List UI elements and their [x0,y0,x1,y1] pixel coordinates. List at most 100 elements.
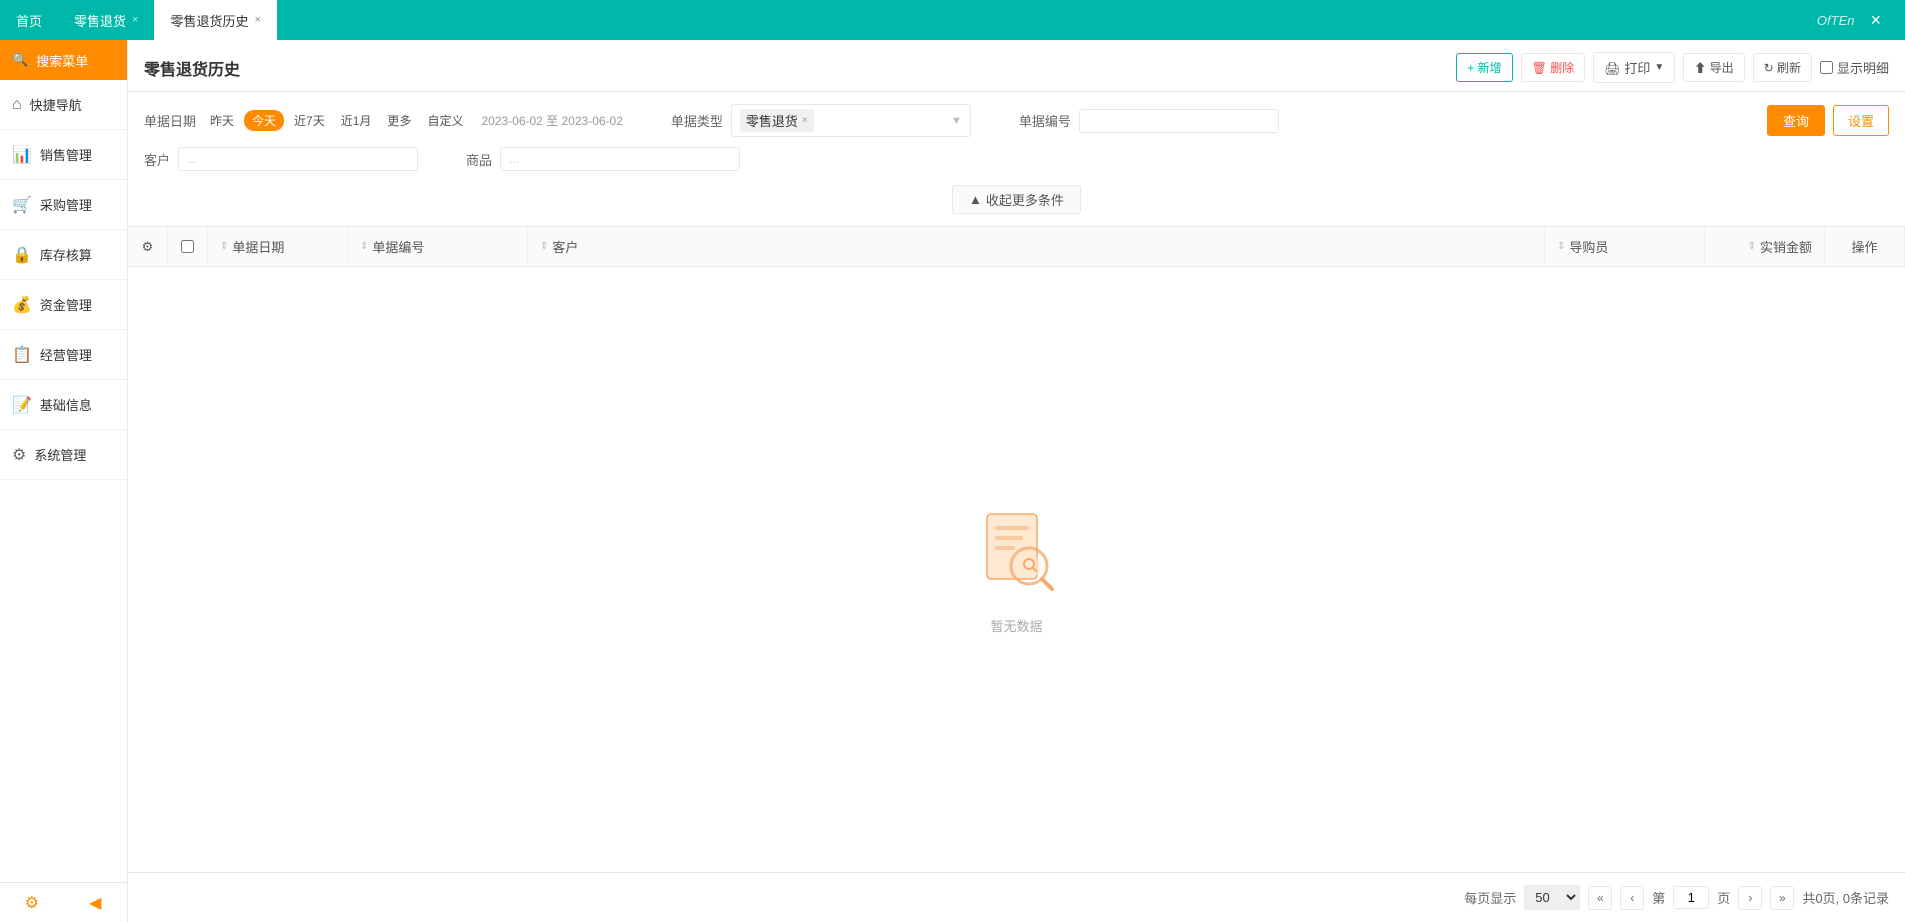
empty-state: 暂无数据 [128,267,1905,872]
tab-retail-return-history[interactable]: 零售退货历史 × [154,0,276,40]
sidebar-item-purchase-mgmt[interactable]: 🛒 采购管理 [0,180,127,230]
filter-action-buttons: 查询 设置 [1767,105,1889,136]
sidebar-item-sales-mgmt[interactable]: 📊 销售管理 [0,130,127,180]
top-bar: 首页 零售退货 × 零售退货历史 × OfTEn × [0,0,1905,40]
prev-page-btn[interactable]: ‹ [1620,886,1644,910]
date-filter-label: 单据日期 [144,111,196,130]
th-order-sort-icon: ⇕ [360,241,368,252]
query-button[interactable]: 查询 [1767,105,1825,136]
sidebar-item-quick-nav-label: 快捷导航 [30,95,82,114]
th-order-no[interactable]: ⇕ 单据编号 [348,227,528,266]
sidebar-item-quick-nav[interactable]: ⌂ 快捷导航 [0,80,127,130]
th-amount[interactable]: ⇕ 实销金额 [1705,227,1825,266]
sidebar-item-inventory[interactable]: 🔒 库存核算 [0,230,127,280]
tab-home-label: 首页 [16,11,42,30]
last-page-btn[interactable]: » [1770,886,1794,910]
show-detail-input[interactable] [1820,61,1833,74]
customer-select[interactable]: ... [178,147,418,171]
show-detail-label: 显示明细 [1837,58,1889,77]
sidebar-item-finance[interactable]: 💰 资金管理 [0,280,127,330]
next-page-btn[interactable]: › [1738,886,1762,910]
th-settings[interactable]: ⚙ [128,227,168,266]
goods-select[interactable]: ... [500,147,740,171]
page-title: 零售退货历史 [144,56,240,80]
date-filter-group: 昨天 今天 近7天 近1月 更多 自定义 [204,110,469,131]
first-page-btn[interactable]: « [1588,886,1612,910]
tab-list: 首页 零售退货 × 零售退货历史 × [0,0,1817,40]
doc-type-tag-close[interactable]: × [802,115,808,126]
print-dropdown-icon: ▼ [1654,62,1664,73]
goods-label: 商品 [466,150,492,169]
print-button[interactable]: 🖨 打印 ▼ [1593,52,1675,83]
sidebar-bottom: ⚙ ◀ [0,882,127,922]
often-text: OfTEn [1817,13,1855,28]
date-range-text: 2023-06-02 至 2023-06-02 [481,112,622,129]
sidebar-item-basic-info[interactable]: 📝 基础信息 [0,380,127,430]
table-wrapper: ⚙ ⇕ 单据日期 ⇕ 单据编号 ⇕ 客户 ⇕ [128,227,1905,922]
tab-home[interactable]: 首页 [0,0,58,40]
page-input[interactable] [1673,886,1709,909]
sidebar-item-finance-label: 资金管理 [40,295,92,314]
th-customer[interactable]: ⇕ 客户 [528,227,1545,266]
goods-placeholder: ... [509,152,519,166]
export-button[interactable]: ⬆ 导出 [1683,53,1744,82]
sidebar-search[interactable]: 🔍 搜索菜单 [0,40,127,80]
show-detail-checkbox[interactable]: 显示明细 [1820,58,1889,77]
sales-icon: 📊 [12,145,32,165]
page-size-label: 每页显示 [1464,888,1516,907]
new-button[interactable]: + 新增 [1456,53,1512,82]
header-actions: + 新增 🗑 删除 🖨 打印 ▼ ⬆ 导出 ↻ 刷新 显示明细 [1456,52,1889,83]
refresh-button[interactable]: ↻ 刷新 [1753,53,1812,82]
date-btn-more[interactable]: 更多 [381,110,417,131]
tab-retail-return-history-label: 零售退货历史 [170,11,248,30]
date-btn-7days[interactable]: 近7天 [288,110,331,131]
empty-text: 暂无数据 [990,616,1042,635]
page-size-select[interactable]: 50 100 200 [1524,885,1580,910]
th-settings-icon: ⚙ [142,239,154,255]
tab-retail-return-history-close[interactable]: × [254,14,260,26]
date-btn-custom[interactable]: 自定义 [421,110,469,131]
th-guide[interactable]: ⇕ 导购员 [1545,227,1705,266]
sidebar-item-sales-label: 销售管理 [40,145,92,164]
purchase-icon: 🛒 [12,195,32,215]
tab-retail-return[interactable]: 零售退货 × [58,0,154,40]
collapse-label: 收起更多条件 [986,190,1064,209]
sidebar-collapse-btn[interactable]: ◀ [64,883,128,922]
doc-type-label: 单据类型 [671,111,723,130]
doc-type-select[interactable]: 零售退货 × ▼ [731,104,971,137]
th-op-label: 操作 [1851,237,1877,256]
doc-no-input[interactable] [1079,109,1279,133]
th-order-no-label: 单据编号 [372,237,424,256]
finance-icon: 💰 [12,295,32,315]
date-btn-yesterday[interactable]: 昨天 [204,110,240,131]
empty-icon [967,504,1067,604]
delete-button[interactable]: 🗑 删除 [1521,53,1586,82]
th-checkbox[interactable] [168,227,208,266]
filter-field-customer: 客户 ... [144,147,418,171]
tab-retail-return-close[interactable]: × [132,14,138,26]
window-close-btn[interactable]: × [1862,10,1889,31]
system-icon: ⚙ [12,445,26,465]
tab-retail-return-label: 零售退货 [74,11,126,30]
th-customer-label: 客户 [552,237,578,256]
sidebar: 🔍 搜索菜单 ⌂ 快捷导航 📊 销售管理 🛒 采购管理 🔒 库存核算 💰 资金管… [0,40,128,922]
sidebar-settings-btn[interactable]: ⚙ [0,883,64,922]
sidebar-item-system-mgmt[interactable]: ⚙ 系统管理 [0,430,127,480]
date-btn-today[interactable]: 今天 [244,110,284,131]
filter-settings-button[interactable]: 设置 [1833,105,1889,136]
th-date-label: 单据日期 [232,237,284,256]
th-date[interactable]: ⇕ 单据日期 [208,227,348,266]
quick-nav-icon: ⌂ [12,96,22,114]
filter-field-type: 单据类型 零售退货 × ▼ [671,104,971,137]
date-btn-1month[interactable]: 近1月 [335,110,378,131]
operation-icon: 📋 [12,345,32,365]
sidebar-item-inventory-label: 库存核算 [40,245,92,264]
collapse-button[interactable]: ▲ 收起更多条件 [952,185,1081,214]
basic-info-icon: 📝 [12,395,32,415]
th-checkbox-input[interactable] [181,240,194,253]
th-amount-label: 实销金额 [1760,237,1812,256]
main-layout: 🔍 搜索菜单 ⌂ 快捷导航 📊 销售管理 🛒 采购管理 🔒 库存核算 💰 资金管… [0,40,1905,922]
sidebar-item-purchase-label: 采购管理 [40,195,92,214]
sidebar-item-operation[interactable]: 📋 经营管理 [0,330,127,380]
content-area: 零售退货历史 + 新增 🗑 删除 🖨 打印 ▼ ⬆ 导出 ↻ 刷新 显示明细 [128,40,1905,922]
